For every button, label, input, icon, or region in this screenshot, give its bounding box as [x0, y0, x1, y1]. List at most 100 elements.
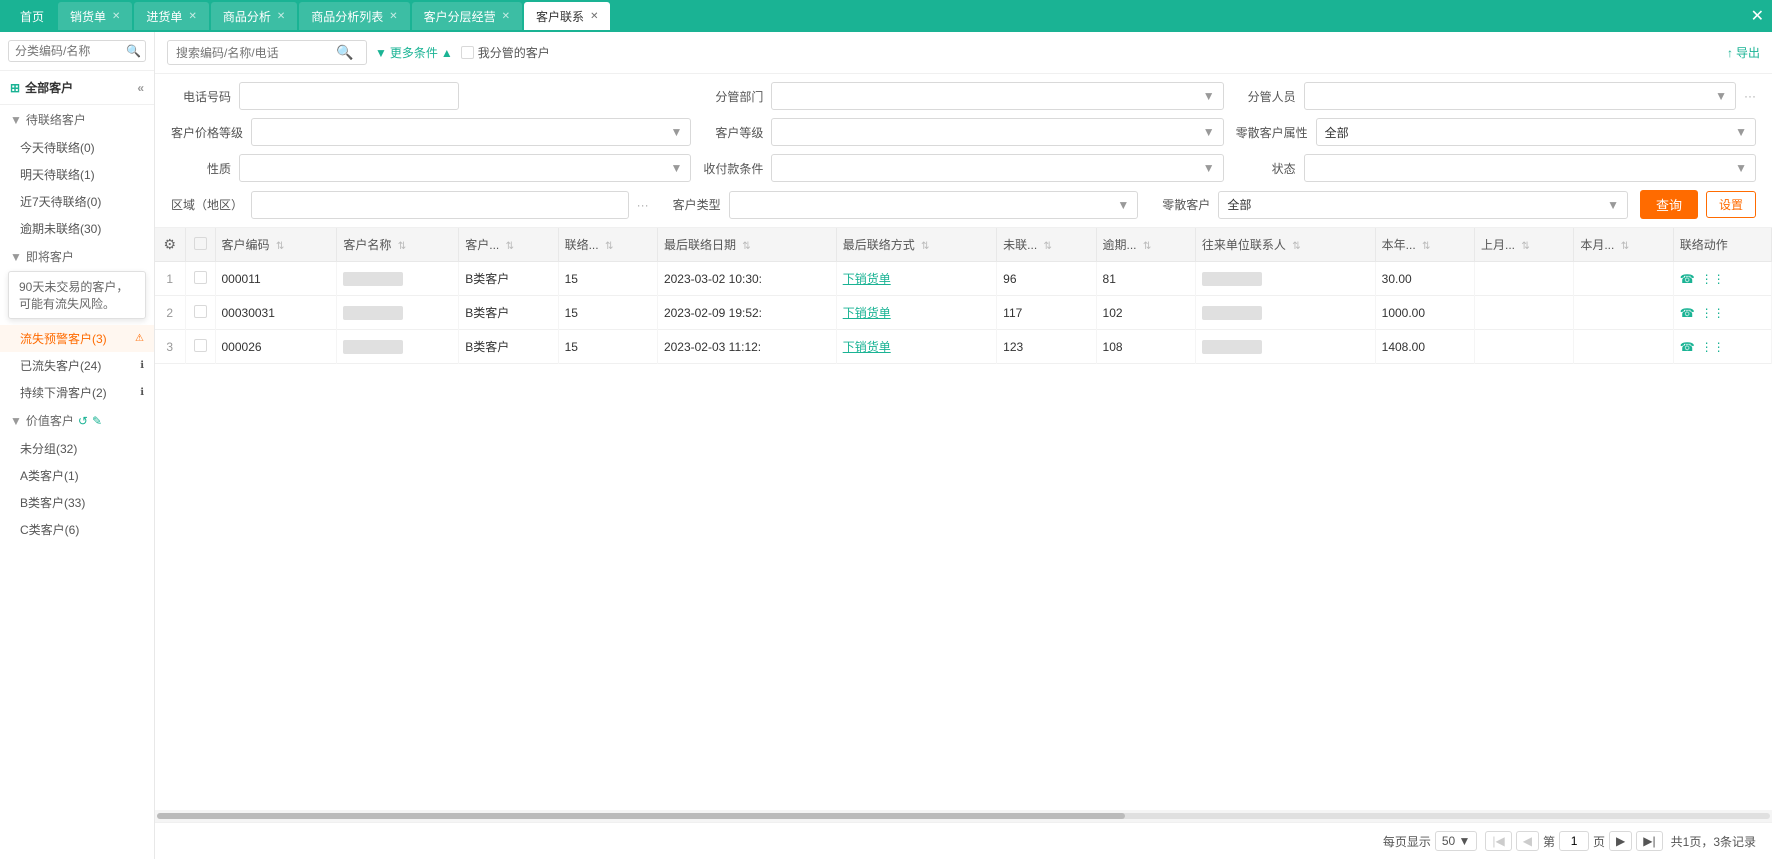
last-page-button[interactable]: ▶| [1636, 831, 1662, 851]
cell-last-method-1[interactable]: 下销货单 [836, 296, 996, 330]
filter-region-more[interactable]: ··· [637, 198, 649, 212]
last-method-link-0[interactable]: 下销货单 [843, 272, 891, 286]
sidebar-item-7day-contact[interactable]: 近7天待联络(0) [0, 188, 154, 215]
first-page-button[interactable]: |◀ [1485, 831, 1511, 851]
prev-page-button[interactable]: ◀ [1516, 831, 1539, 851]
sort-overdue-icon[interactable]: ⇅ [1143, 241, 1151, 252]
query-button[interactable]: 查询 [1640, 190, 1698, 219]
last-method-link-2[interactable]: 下销货单 [843, 340, 891, 354]
sidebar-item-overdue-contact[interactable]: 逾期未联络(30) [0, 215, 154, 242]
sidebar-item-today-contact[interactable]: 今天待联络(0) [0, 134, 154, 161]
filter-phone-input[interactable] [239, 82, 459, 110]
all-customers-item[interactable]: ⊞ 全部客户 « [0, 71, 154, 105]
sort-person-icon[interactable]: ⇅ [1292, 241, 1300, 252]
sort-contact-icon[interactable]: ⇅ [605, 241, 613, 252]
sort-uncontacted-icon[interactable]: ⇅ [1044, 241, 1052, 252]
filter-retail-select[interactable]: 全部 ▼ [1218, 191, 1628, 219]
settings-button[interactable]: 设置 [1706, 191, 1756, 218]
sort-year-icon[interactable]: ⇅ [1422, 241, 1430, 252]
sidebar-item-tomorrow-contact[interactable]: 明天待联络(1) [0, 161, 154, 188]
filter-more-icon[interactable]: ··· [1744, 89, 1756, 103]
more-action-icon-2[interactable]: ⋮⋮ [1701, 340, 1725, 354]
more-action-icon-1[interactable]: ⋮⋮ [1701, 306, 1725, 320]
settings-gear-icon[interactable]: ⚙ [163, 236, 176, 252]
sidebar-item-churned[interactable]: 已流失客户(24) ℹ [0, 352, 154, 379]
sort-method-icon[interactable]: ⇅ [921, 241, 929, 252]
tab-close-purchase-order[interactable]: ✕ [188, 11, 196, 22]
next-page-button[interactable]: ▶ [1609, 831, 1632, 851]
sidebar-item-a-class[interactable]: A类客户(1) [0, 462, 154, 489]
filter-nature-select[interactable]: ▼ [239, 154, 691, 182]
tab-close-product-analysis[interactable]: ✕ [277, 11, 285, 22]
cell-last-date-2: 2023-02-03 11:12: [657, 330, 836, 364]
col-this-month: 本月... ⇅ [1574, 228, 1673, 262]
contact-icon-2[interactable]: ☎ [1680, 340, 1695, 354]
col-settings[interactable]: ⚙ [155, 228, 185, 262]
tab-close-customer-layer[interactable]: ✕ [502, 11, 510, 22]
filter-payment-select[interactable]: ▼ [771, 154, 1223, 182]
sidebar-item-churn-warning[interactable]: 流失预警客户(3) ⚠ [0, 325, 154, 352]
row-checkbox-0[interactable] [194, 271, 207, 284]
sidebar-group-churning[interactable]: ▼ 即将客户 [0, 242, 154, 271]
sidebar-item-declining[interactable]: 持续下滑客户(2) ℹ [0, 379, 154, 406]
more-action-icon-0[interactable]: ⋮⋮ [1701, 272, 1725, 286]
tab-customer-layer[interactable]: 客户分层经营 ✕ [412, 2, 522, 30]
close-window-button[interactable]: ✕ [1751, 6, 1764, 26]
sort-type-icon[interactable]: ⇅ [506, 241, 514, 252]
export-button[interactable]: ↑ 导出 [1727, 44, 1760, 61]
select-all-checkbox[interactable] [194, 237, 207, 250]
chevron-down-icon: ▼ [1203, 89, 1215, 103]
cell-checkbox-2[interactable] [185, 330, 215, 364]
sort-name-icon[interactable]: ⇅ [398, 241, 406, 252]
filter-retail-attr-select[interactable]: 全部 ▼ [1316, 118, 1756, 146]
sidebar-item-ungrouped[interactable]: 未分组(32) [0, 435, 154, 462]
cell-last-method-2[interactable]: 下销货单 [836, 330, 996, 364]
sidebar-item-b-class[interactable]: B类客户(33) [0, 489, 154, 516]
tab-close-product-analysis-list[interactable]: ✕ [389, 11, 397, 22]
toolbar-search-button[interactable]: 🔍 [336, 44, 353, 61]
filter-customer-type-select[interactable]: ▼ [729, 191, 1139, 219]
tab-home[interactable]: 首页 [8, 2, 56, 30]
filter-dept-select[interactable]: ▼ [771, 82, 1223, 110]
page-size-select[interactable]: 50 ▼ [1435, 831, 1478, 851]
horizontal-scrollbar[interactable] [155, 810, 1772, 822]
page-number-input[interactable] [1559, 831, 1589, 851]
contact-icon-1[interactable]: ☎ [1680, 306, 1695, 320]
toolbar-search-input[interactable] [176, 46, 336, 60]
sort-code-icon[interactable]: ⇅ [276, 241, 284, 252]
tab-purchase-order[interactable]: 进货单 ✕ [134, 2, 208, 30]
filter-price-level-select[interactable]: ▼ [251, 118, 691, 146]
action-icons-2: ☎ ⋮⋮ [1680, 340, 1765, 354]
filter-status-select[interactable]: ▼ [1304, 154, 1756, 182]
sort-tmonth-icon[interactable]: ⇅ [1621, 241, 1629, 252]
tab-sales-order[interactable]: 销货单 ✕ [58, 2, 132, 30]
filter-manager-select[interactable]: ▼ [1304, 82, 1736, 110]
scrollbar-thumb[interactable] [157, 813, 1125, 819]
chevron-up-icon: ▲ [441, 46, 453, 60]
sort-lmonth-icon[interactable]: ⇅ [1521, 241, 1529, 252]
tab-close-sales-order[interactable]: ✕ [112, 11, 120, 22]
tab-customer-contact[interactable]: 客户联系 ✕ [524, 2, 610, 30]
cell-last-method-0[interactable]: 下销货单 [836, 262, 996, 296]
filter-region-select[interactable] [251, 191, 629, 219]
tab-product-analysis-list[interactable]: 商品分析列表 ✕ [299, 2, 409, 30]
tab-close-customer-contact[interactable]: ✕ [590, 11, 598, 22]
last-method-link-1[interactable]: 下销货单 [843, 306, 891, 320]
sidebar-group-pending[interactable]: ▼ 待联络客户 [0, 105, 154, 134]
filter-customer-level-select[interactable]: ▼ [771, 118, 1223, 146]
refresh-icon[interactable]: ↺ [78, 414, 88, 428]
cell-uncontacted-2: 123 [997, 330, 1096, 364]
col-select-all[interactable] [185, 228, 215, 262]
sidebar-group-value[interactable]: ▼ 价值客户 ↺ ✎ [0, 406, 154, 435]
more-conditions-button[interactable]: ▼ 更多条件 ▲ [375, 44, 453, 61]
sidebar-item-c-class[interactable]: C类客户(6) [0, 516, 154, 543]
row-checkbox-1[interactable] [194, 305, 207, 318]
tab-product-analysis[interactable]: 商品分析 ✕ [211, 2, 297, 30]
contact-icon-0[interactable]: ☎ [1680, 272, 1695, 286]
edit-icon[interactable]: ✎ [92, 414, 102, 428]
cell-checkbox-1[interactable] [185, 296, 215, 330]
cell-checkbox-0[interactable] [185, 262, 215, 296]
row-checkbox-2[interactable] [194, 339, 207, 352]
sort-date-icon[interactable]: ⇅ [742, 241, 750, 252]
my-customers-checkbox[interactable]: 我分管的客户 [461, 44, 550, 61]
